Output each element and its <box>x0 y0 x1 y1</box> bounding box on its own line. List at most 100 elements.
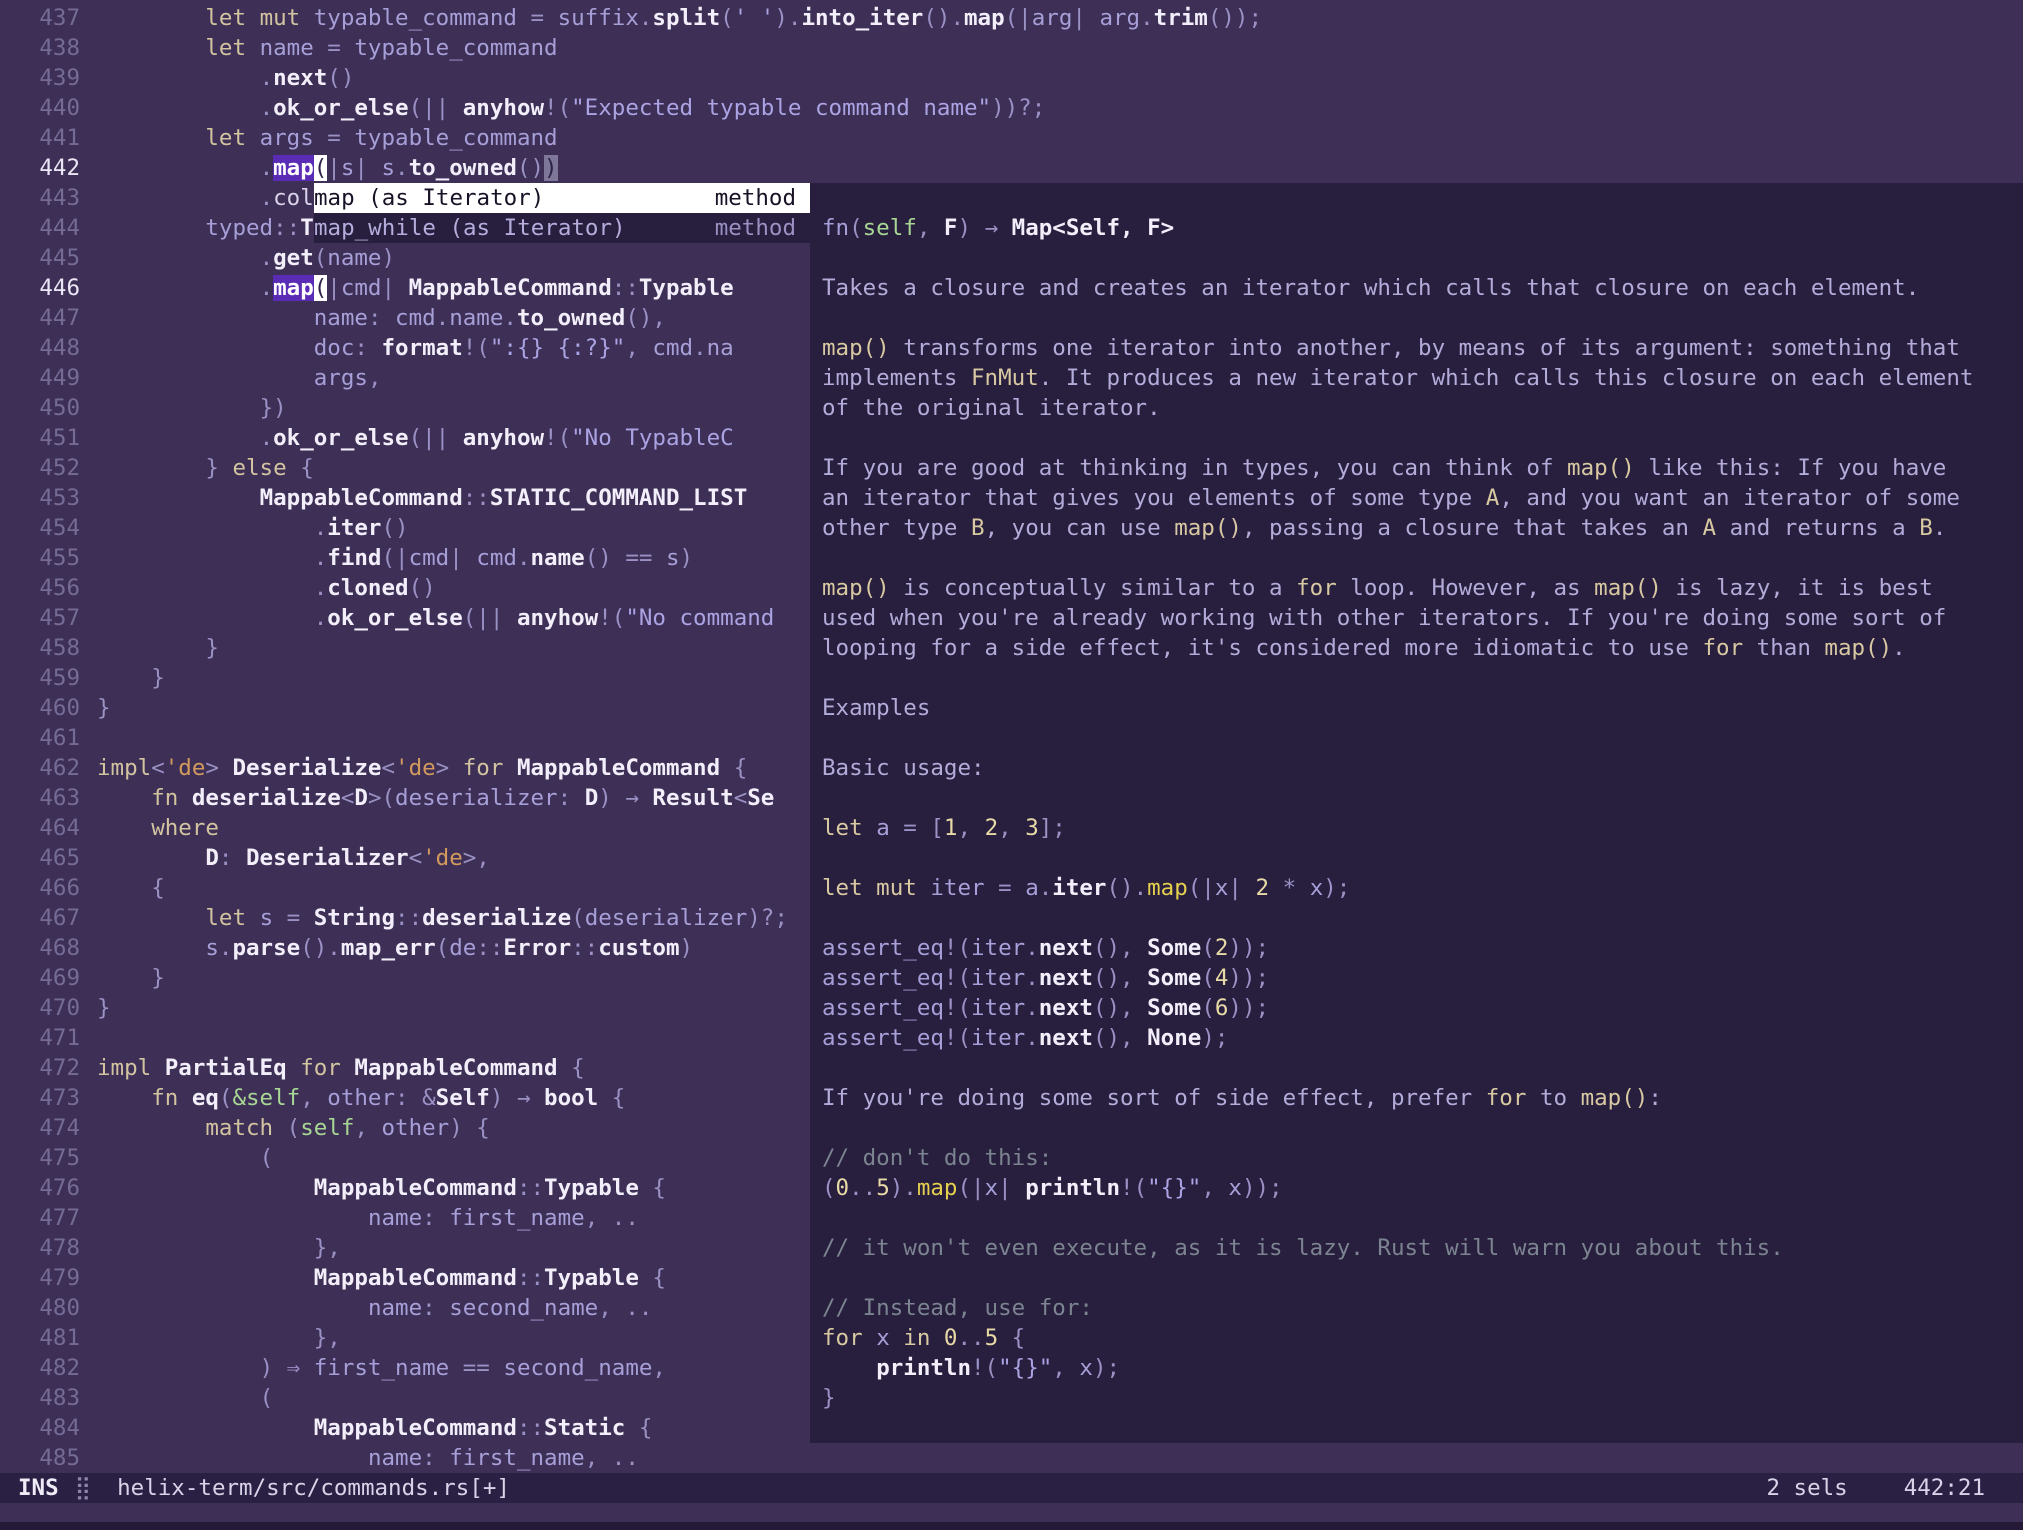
line-number: 455 <box>0 543 97 573</box>
line-number: 467 <box>0 903 97 933</box>
line-number: 451 <box>0 423 97 453</box>
doc-line: map() is conceptually similar to a for l… <box>822 573 2023 603</box>
doc-line: of the original iterator. <box>822 393 2023 423</box>
line-number: 471 <box>0 1023 97 1053</box>
selection-count: 2 sels <box>1766 1473 1847 1503</box>
code-text: } <box>97 993 111 1023</box>
line-number: 466 <box>0 873 97 903</box>
line-number: 446 <box>0 273 97 303</box>
code-text: name: second_name, .. <box>97 1293 652 1323</box>
code-text: { <box>97 873 165 903</box>
code-text: .ok_or_else(|| anyhow!("No command <box>97 603 774 633</box>
completion-item[interactable]: map_while (as Iterator)method <box>314 213 810 243</box>
line-number: 448 <box>0 333 97 363</box>
doc-line <box>822 1413 2023 1443</box>
doc-line: implements FnMut. It produces a new iter… <box>822 363 2023 393</box>
code-text: let name = typable_command <box>97 33 558 63</box>
line-number: 438 <box>0 33 97 63</box>
line-number: 454 <box>0 513 97 543</box>
code-line[interactable]: 442 .map(|s| s.to_owned()) <box>0 153 2023 183</box>
code-text: MappableCommand::STATIC_COMMAND_LIST <box>97 483 747 513</box>
doc-line <box>822 1263 2023 1293</box>
doc-line <box>822 303 2023 333</box>
doc-line <box>822 243 2023 273</box>
line-number: 440 <box>0 93 97 123</box>
completion-item[interactable]: map (as Iterator)method <box>314 183 810 213</box>
doc-line <box>822 723 2023 753</box>
line-number: 465 <box>0 843 97 873</box>
doc-line <box>822 903 2023 933</box>
doc-line <box>822 843 2023 873</box>
line-number: 443 <box>0 183 97 213</box>
code-text: impl<'de> Deserialize<'de> for MappableC… <box>97 753 747 783</box>
code-text: impl PartialEq for MappableCommand { <box>97 1053 585 1083</box>
line-number: 463 <box>0 783 97 813</box>
code-text: .next() <box>97 63 354 93</box>
line-number: 449 <box>0 363 97 393</box>
doc-line: map() transforms one iterator into anoth… <box>822 333 2023 363</box>
doc-line: // it won't even execute, as it is lazy.… <box>822 1233 2023 1263</box>
code-text: }, <box>97 1233 341 1263</box>
code-text: let s = String::deserialize(deserializer… <box>97 903 788 933</box>
code-line[interactable]: 440 .ok_or_else(|| anyhow!("Expected typ… <box>0 93 2023 123</box>
code-line[interactable]: 441 let args = typable_command <box>0 123 2023 153</box>
doc-line: an iterator that gives you elements of s… <box>822 483 2023 513</box>
doc-line: let mut iter = a.iter().map(|x| 2 * x); <box>822 873 2023 903</box>
line-number: 469 <box>0 963 97 993</box>
line-number: 453 <box>0 483 97 513</box>
doc-line <box>822 543 2023 573</box>
code-line[interactable]: 437 let mut typable_command = suffix.spl… <box>0 3 2023 33</box>
code-text: MappableCommand::Typable { <box>97 1173 666 1203</box>
code-text: name: first_name, .. <box>97 1203 639 1233</box>
doc-line: } <box>822 1383 2023 1413</box>
doc-line <box>822 1113 2023 1143</box>
line-number: 479 <box>0 1263 97 1293</box>
code-text: .map(|cmd| MappableCommand::Typable <box>97 273 734 303</box>
code-text: ) ⇒ first_name == second_name, <box>97 1353 666 1383</box>
code-text: .map(|s| s.to_owned()) <box>97 153 558 183</box>
doc-line <box>822 1203 2023 1233</box>
line-number: 470 <box>0 993 97 1023</box>
code-line[interactable]: 439 .next() <box>0 63 2023 93</box>
code-text: } <box>97 963 165 993</box>
line-number: 468 <box>0 933 97 963</box>
hover-doc-panel[interactable]: fn(self, F) → Map<Self, F>Takes a closur… <box>810 183 2023 1443</box>
line-number: 472 <box>0 1053 97 1083</box>
helix-editor-window: 437 let mut typable_command = suffix.spl… <box>0 0 2023 1530</box>
code-text: } <box>97 693 111 723</box>
code-text: ( <box>97 1143 273 1173</box>
doc-line: Basic usage: <box>822 753 2023 783</box>
completion-label: map (as Iterator) <box>314 183 715 213</box>
line-number: 445 <box>0 243 97 273</box>
code-text: fn eq(&self, other: &Self) → bool { <box>97 1083 625 1113</box>
line-number: 473 <box>0 1083 97 1113</box>
doc-line: assert_eq!(iter.next(), Some(4)); <box>822 963 2023 993</box>
doc-line: println!("{}", x); <box>822 1353 2023 1383</box>
line-number: 457 <box>0 603 97 633</box>
completion-kind: method <box>715 183 810 213</box>
doc-line <box>822 663 2023 693</box>
line-number: 450 <box>0 393 97 423</box>
doc-line: used when you're already working with ot… <box>822 603 2023 633</box>
line-number: 477 <box>0 1203 97 1233</box>
line-number: 456 <box>0 573 97 603</box>
code-line[interactable]: 485 name: first_name, .. <box>0 1443 2023 1473</box>
statusline: INS ⣿ helix-term/src/commands.rs[+] 2 se… <box>0 1473 2023 1503</box>
code-text: } <box>97 663 165 693</box>
line-number: 458 <box>0 633 97 663</box>
code-text: }) <box>97 393 287 423</box>
doc-line: // Instead, use for: <box>822 1293 2023 1323</box>
code-line[interactable]: 438 let name = typable_command <box>0 33 2023 63</box>
code-text: ( <box>97 1383 273 1413</box>
doc-line: assert_eq!(iter.next(), Some(2)); <box>822 933 2023 963</box>
code-text: let args = typable_command <box>97 123 558 153</box>
code-text: where <box>97 813 219 843</box>
code-text: .col <box>97 183 314 213</box>
completion-kind: method <box>715 213 810 243</box>
doc-line: for x in 0..5 { <box>822 1323 2023 1353</box>
line-number: 442 <box>0 153 97 183</box>
doc-line: Examples <box>822 693 2023 723</box>
spinner-icon: ⣿ <box>75 1473 91 1503</box>
bottom-strip <box>0 1522 2023 1530</box>
doc-line: other type B, you can use map(), passing… <box>822 513 2023 543</box>
